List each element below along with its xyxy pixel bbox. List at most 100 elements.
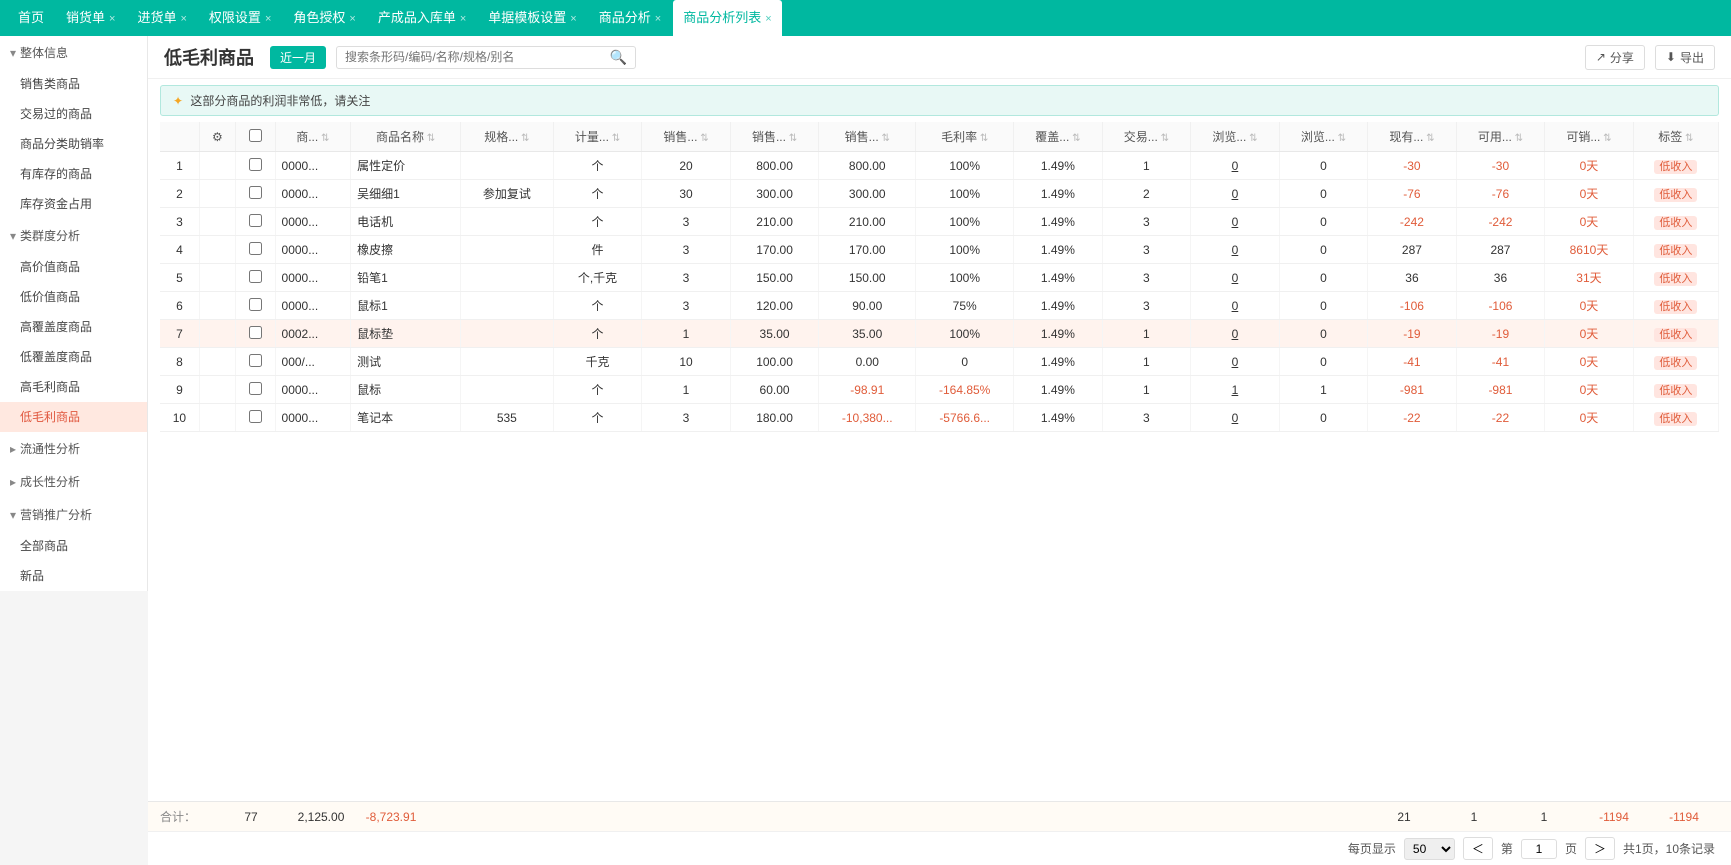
sidebar-item-新品[interactable]: 新品 — [0, 561, 147, 591]
row-checkbox-cell[interactable] — [235, 208, 275, 236]
sort-icon-sellable[interactable]: ⇅ — [1600, 133, 1611, 144]
underline-value[interactable]: 0 — [1232, 271, 1239, 285]
row-checkbox[interactable] — [249, 354, 262, 367]
row-settings-icon[interactable] — [199, 236, 235, 264]
sort-icon-name[interactable]: ⇅ — [424, 133, 435, 144]
row-checkbox[interactable] — [249, 298, 262, 311]
nav-close-icon[interactable]: × — [655, 13, 661, 25]
row-settings-icon[interactable] — [199, 180, 235, 208]
sort-icon-coverage[interactable]: ⇅ — [1069, 133, 1080, 144]
row-checkbox-cell[interactable] — [235, 236, 275, 264]
underline-value[interactable]: 0 — [1232, 243, 1239, 257]
sort-icon-available[interactable]: ⇅ — [1512, 133, 1523, 144]
sidebar-item-有库存的商品[interactable]: 有库存的商品 — [0, 159, 147, 189]
row-settings-icon[interactable] — [199, 348, 235, 376]
sidebar-item-高价值商品[interactable]: 高价值商品 — [0, 252, 147, 282]
nav-close-icon[interactable]: × — [180, 13, 186, 25]
sort-icon-view2[interactable]: ⇅ — [1335, 133, 1346, 144]
sort-icon-sales_qty[interactable]: ⇅ — [697, 133, 708, 144]
nav-item-首页[interactable]: 首页 — [8, 0, 54, 36]
row-checkbox-cell[interactable] — [235, 152, 275, 180]
sidebar-item-高毛利商品[interactable]: 高毛利商品 — [0, 372, 147, 402]
underline-value[interactable]: 0 — [1232, 187, 1239, 201]
sidebar-item-低毛利商品[interactable]: 低毛利商品 — [0, 402, 147, 432]
sort-icon-gross_rate[interactable]: ⇅ — [977, 133, 988, 144]
sort-icon-trade[interactable]: ⇅ — [1158, 133, 1169, 144]
sort-icon-tag[interactable]: ⇅ — [1682, 133, 1693, 144]
row-settings-icon[interactable] — [199, 376, 235, 404]
next-page-button[interactable]: ＞ — [1585, 837, 1615, 860]
nav-item-产成品入库单[interactable]: 产成品入库单× — [368, 0, 476, 36]
row-checkbox[interactable] — [249, 410, 262, 423]
nav-close-icon[interactable]: × — [109, 13, 115, 25]
sidebar-item-低覆盖度商品[interactable]: 低覆盖度商品 — [0, 342, 147, 372]
row-checkbox-cell[interactable] — [235, 320, 275, 348]
nav-close-icon[interactable]: × — [765, 13, 771, 25]
nav-close-icon[interactable]: × — [570, 13, 576, 25]
row-checkbox[interactable] — [249, 214, 262, 227]
sort-icon-spec[interactable]: ⇅ — [518, 133, 529, 144]
underline-value[interactable]: 1 — [1232, 383, 1239, 397]
row-settings-icon[interactable] — [199, 320, 235, 348]
row-settings-icon[interactable] — [199, 208, 235, 236]
underline-value[interactable]: 0 — [1232, 355, 1239, 369]
row-checkbox-cell[interactable] — [235, 376, 275, 404]
row-checkbox[interactable] — [249, 270, 262, 283]
nav-item-进货单[interactable]: 进货单× — [127, 0, 196, 36]
prev-page-button[interactable]: ＜ — [1463, 837, 1493, 860]
page-number-input[interactable] — [1521, 839, 1557, 859]
underline-value[interactable]: 0 — [1232, 327, 1239, 341]
underline-value[interactable]: 0 — [1232, 159, 1239, 173]
sort-icon-unit[interactable]: ⇅ — [609, 133, 620, 144]
sidebar-group-营销推广分析[interactable]: ▾营销推广分析 — [0, 498, 147, 531]
select-all-checkbox[interactable] — [249, 129, 262, 142]
export-button[interactable]: ⬇ 导出 — [1655, 45, 1715, 70]
nav-item-商品分析[interactable]: 商品分析× — [589, 0, 671, 36]
period-button[interactable]: 近一月 — [270, 46, 326, 69]
sidebar-group-整体信息[interactable]: ▾整体信息 — [0, 36, 147, 69]
col-header-checkbox[interactable] — [235, 122, 275, 152]
row-checkbox[interactable] — [249, 382, 262, 395]
sidebar-item-全部商品[interactable]: 全部商品 — [0, 531, 147, 561]
nav-close-icon[interactable]: × — [349, 13, 355, 25]
row-checkbox[interactable] — [249, 158, 262, 171]
per-page-select[interactable]: 50 20 100 — [1404, 838, 1455, 860]
row-checkbox-cell[interactable] — [235, 180, 275, 208]
nav-item-角色授权[interactable]: 角色授权× — [283, 0, 365, 36]
nav-item-单据模板设置[interactable]: 单据模板设置× — [478, 0, 586, 36]
row-checkbox-cell[interactable] — [235, 404, 275, 432]
underline-value[interactable]: 0 — [1232, 215, 1239, 229]
sidebar-item-库存资金占用[interactable]: 库存资金占用 — [0, 189, 147, 219]
row-checkbox[interactable] — [249, 186, 262, 199]
row-checkbox[interactable] — [249, 242, 262, 255]
sort-icon-sales_profit[interactable]: ⇅ — [879, 133, 890, 144]
nav-item-权限设置[interactable]: 权限设置× — [199, 0, 281, 36]
sidebar-item-低价值商品[interactable]: 低价值商品 — [0, 282, 147, 312]
sidebar-item-高覆盖度商品[interactable]: 高覆盖度商品 — [0, 312, 147, 342]
sort-icon-code[interactable]: ⇅ — [318, 133, 329, 144]
row-settings-icon[interactable] — [199, 292, 235, 320]
search-icon[interactable]: 🔍 — [610, 49, 627, 66]
row-settings-icon[interactable] — [199, 264, 235, 292]
search-input[interactable] — [345, 50, 610, 64]
sort-icon-view1[interactable]: ⇅ — [1246, 133, 1257, 144]
nav-item-商品分析列表[interactable]: 商品分析列表× — [673, 0, 781, 36]
sidebar-item-交易过的商品[interactable]: 交易过的商品 — [0, 99, 147, 129]
underline-value[interactable]: 0 — [1232, 299, 1239, 313]
sort-icon-current[interactable]: ⇅ — [1423, 133, 1434, 144]
nav-item-销货单[interactable]: 销货单× — [56, 0, 125, 36]
row-checkbox-cell[interactable] — [235, 292, 275, 320]
share-button[interactable]: ↗ 分享 — [1585, 45, 1645, 70]
table-area[interactable]: ⚙商... ⇅商品名称 ⇅规格... ⇅计量... ⇅销售... ⇅销售... … — [148, 122, 1731, 801]
nav-close-icon[interactable]: × — [460, 13, 466, 25]
sidebar-group-类群度分析[interactable]: ▾类群度分析 — [0, 219, 147, 252]
row-checkbox-cell[interactable] — [235, 348, 275, 376]
row-settings-icon[interactable] — [199, 404, 235, 432]
sidebar-group-流通性分析[interactable]: ▸流通性分析 — [0, 432, 147, 465]
row-settings-icon[interactable] — [199, 152, 235, 180]
row-checkbox[interactable] — [249, 326, 262, 339]
nav-close-icon[interactable]: × — [265, 13, 271, 25]
col-header-settings[interactable]: ⚙ — [199, 122, 235, 152]
sidebar-item-商品分类助销率[interactable]: 商品分类助销率 — [0, 129, 147, 159]
underline-value[interactable]: 0 — [1232, 411, 1239, 425]
